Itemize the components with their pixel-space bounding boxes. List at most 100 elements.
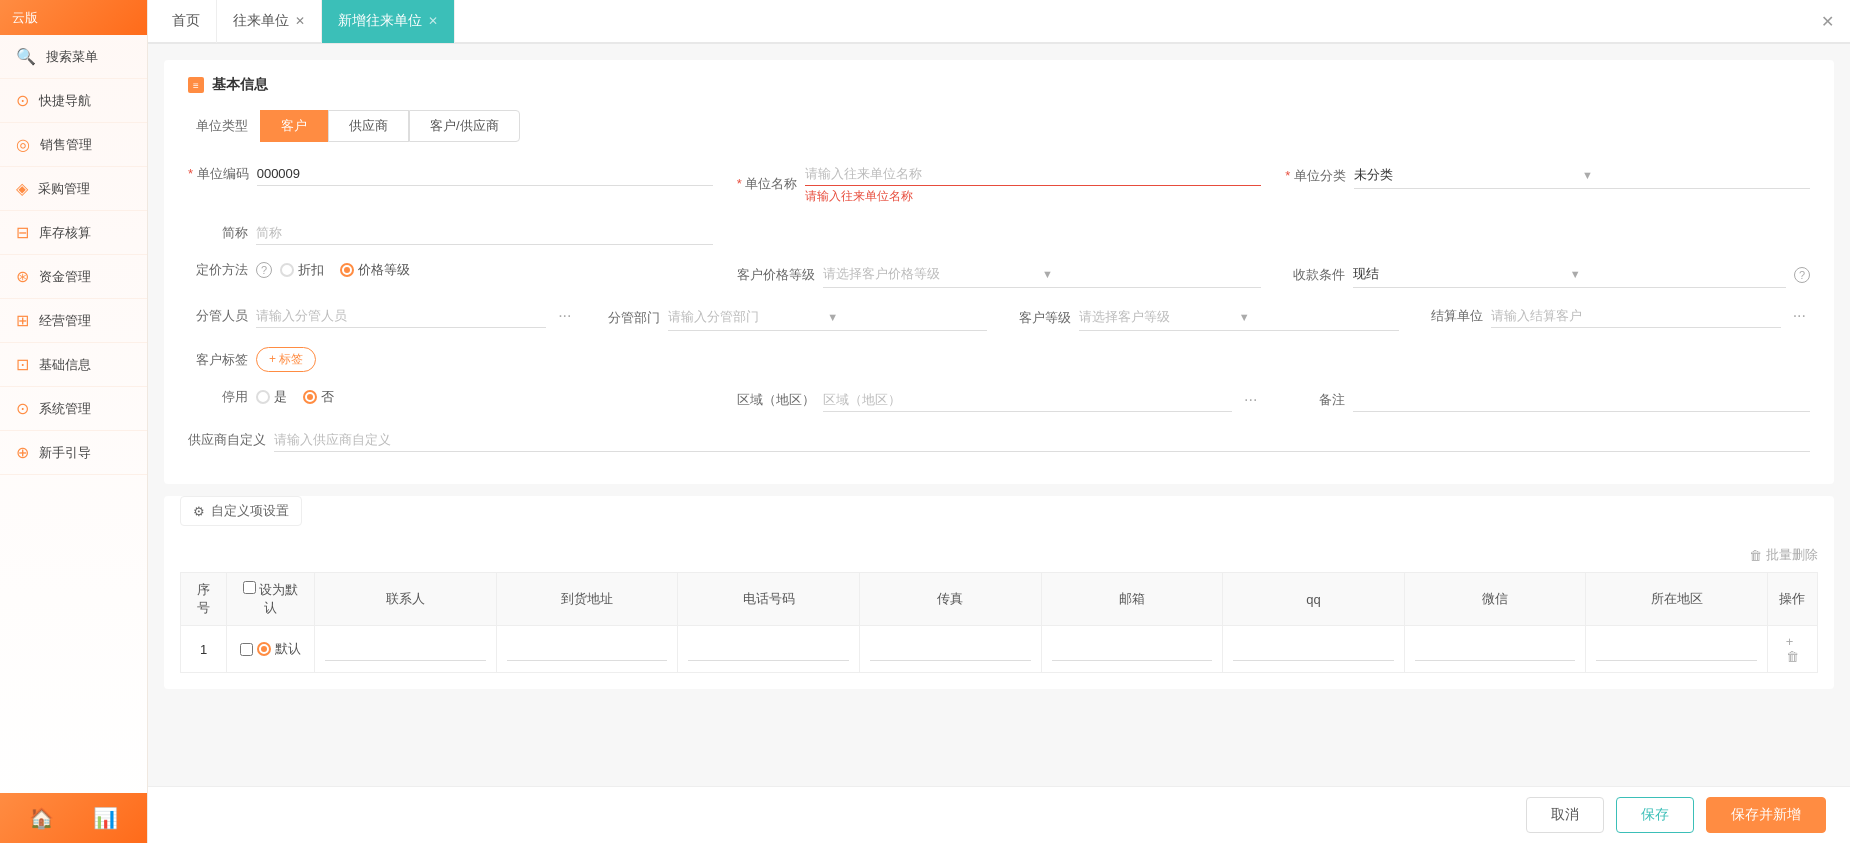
form-row-2: 简称 [188, 221, 1810, 245]
table-header-row: 🗑 批量删除 [180, 538, 1818, 572]
add-tag-button[interactable]: + 标签 [256, 347, 316, 372]
tab-new-unit-close[interactable]: ✕ [428, 14, 438, 28]
sidebar-item-operations[interactable]: ⊞ 经营管理 [0, 299, 147, 343]
settlement-more-btn[interactable]: ··· [1789, 307, 1810, 325]
cell-contact[interactable] [315, 626, 497, 673]
wechat-input[interactable] [1415, 637, 1576, 661]
qq-input[interactable] [1233, 637, 1394, 661]
pricing-level-radio[interactable] [340, 263, 354, 277]
col-fax: 传真 [859, 573, 1041, 626]
custom-settings-button[interactable]: ⚙ 自定义项设置 [180, 496, 302, 526]
tab-unit-list[interactable]: 往来单位 ✕ [217, 0, 322, 43]
payment-terms-value: 现结 [1353, 265, 1569, 283]
unit-name-error: 请输入往来单位名称 [805, 188, 1261, 205]
notification-icon[interactable]: 📊 [93, 806, 118, 830]
pricing-radio-group: 折扣 价格等级 [280, 261, 410, 279]
pricing-method-label: 定价方法 [188, 261, 248, 279]
customer-level-select[interactable]: 请选择客户等级 ▼ [1079, 304, 1399, 331]
unit-type-customer-btn[interactable]: 客户 [260, 110, 328, 142]
sidebar-item-label: 系统管理 [39, 400, 91, 418]
cell-qq[interactable] [1223, 626, 1405, 673]
cancel-button[interactable]: 取消 [1526, 797, 1604, 833]
cell-phone[interactable] [678, 626, 860, 673]
sidebar-item-inventory[interactable]: ⊟ 库存核算 [0, 211, 147, 255]
supplier-custom-input[interactable] [274, 428, 1810, 452]
inventory-icon: ⊟ [16, 223, 29, 242]
dept-select[interactable]: 请输入分管部门 ▼ [668, 304, 988, 331]
region-table-input[interactable] [1596, 637, 1757, 661]
row-checkbox[interactable] [240, 643, 253, 656]
disable-field: 停用 是 否 [188, 388, 713, 406]
tab-new-unit-label: 新增往来单位 [338, 12, 422, 30]
sidebar-item-finance[interactable]: ⊛ 资金管理 [0, 255, 147, 299]
bulk-delete-btn[interactable]: 🗑 批量删除 [1749, 546, 1818, 564]
pricing-discount-option[interactable]: 折扣 [280, 261, 324, 279]
cell-region[interactable] [1586, 626, 1768, 673]
select-all-checkbox[interactable] [243, 581, 256, 594]
cell-email[interactable] [1041, 626, 1223, 673]
address-input[interactable] [507, 637, 668, 661]
payment-terms-select[interactable]: 现结 ▼ [1353, 261, 1786, 288]
dept-field: 分管部门 请输入分管部门 ▼ [600, 304, 988, 331]
sidebar-item-guide[interactable]: ⊕ 新手引导 [0, 431, 147, 475]
sidebar-item-label: 资金管理 [39, 268, 91, 286]
sidebar-search-label: 搜索菜单 [46, 48, 98, 66]
disable-yes-radio[interactable] [256, 390, 270, 404]
default-radio-item[interactable]: 默认 [257, 640, 301, 658]
pricing-help-icon[interactable]: ? [256, 262, 272, 278]
sidebar-item-basics[interactable]: ⊡ 基础信息 [0, 343, 147, 387]
save-button[interactable]: 保存 [1616, 797, 1694, 833]
contact-input[interactable] [325, 637, 486, 661]
form-row-4: 分管人员 ··· 分管部门 请输入分管部门 ▼ 客户等级 请选择客户等级 ▼ [188, 304, 1810, 331]
phone-input[interactable] [688, 637, 849, 661]
unit-code-field: 单位编码 [188, 162, 713, 186]
disable-no-option[interactable]: 否 [303, 388, 334, 406]
finance-icon: ⊛ [16, 267, 29, 286]
dept-placeholder: 请输入分管部门 [668, 308, 828, 326]
unit-code-input[interactable] [257, 162, 713, 186]
pricing-discount-radio[interactable] [280, 263, 294, 277]
email-input[interactable] [1052, 637, 1213, 661]
cell-fax[interactable] [859, 626, 1041, 673]
payment-terms-label: 收款条件 [1285, 266, 1345, 284]
settlement-input[interactable] [1491, 304, 1781, 328]
tab-new-unit[interactable]: 新增往来单位 ✕ [322, 0, 455, 43]
disable-no-radio[interactable] [303, 390, 317, 404]
cell-address[interactable] [496, 626, 678, 673]
unit-name-input[interactable] [805, 162, 1261, 186]
tab-unit-list-close[interactable]: ✕ [295, 14, 305, 28]
disable-yes-option[interactable]: 是 [256, 388, 287, 406]
payment-help-icon[interactable]: ? [1794, 267, 1810, 283]
remark-input[interactable] [1353, 388, 1810, 412]
row-delete-btn[interactable]: 🗑 [1786, 649, 1799, 664]
unit-category-select[interactable]: 未分类 ▼ [1354, 162, 1810, 189]
disable-no-label: 否 [321, 388, 334, 406]
unit-type-both-btn[interactable]: 客户/供应商 [409, 110, 520, 142]
sidebar-item-system[interactable]: ⊙ 系统管理 [0, 387, 147, 431]
manager-more-btn[interactable]: ··· [554, 307, 575, 325]
row-add-btn[interactable]: + [1786, 634, 1794, 649]
default-radio[interactable] [257, 642, 271, 656]
customer-price-select[interactable]: 请选择客户价格等级 ▼ [823, 261, 1262, 288]
tab-home[interactable]: 首页 [156, 0, 217, 43]
form-row-1: 单位编码 单位名称 请输入往来单位名称 单位分类 未分类 ▼ [188, 162, 1810, 205]
supplier-custom-field: 供应商自定义 [188, 428, 1810, 452]
region-input[interactable] [823, 388, 1232, 412]
col-contact: 联系人 [315, 573, 497, 626]
unit-type-supplier-btn[interactable]: 供应商 [328, 110, 409, 142]
save-new-button[interactable]: 保存并新增 [1706, 797, 1826, 833]
sidebar-item-search[interactable]: 🔍 搜索菜单 [0, 35, 147, 79]
abbr-input[interactable] [256, 221, 713, 245]
sidebar-item-quick-nav[interactable]: ⊙ 快捷导航 [0, 79, 147, 123]
pricing-level-option[interactable]: 价格等级 [340, 261, 410, 279]
tab-bar: 首页 往来单位 ✕ 新增往来单位 ✕ ✕ [148, 0, 1850, 44]
region-more-btn[interactable]: ··· [1240, 391, 1261, 409]
sidebar-item-purchase[interactable]: ◈ 采购管理 [0, 167, 147, 211]
fax-input[interactable] [870, 637, 1031, 661]
sidebar-item-sales[interactable]: ◎ 销售管理 [0, 123, 147, 167]
window-close-button[interactable]: ✕ [1821, 12, 1834, 31]
sidebar-bottom: 🏠 📊 [0, 793, 147, 843]
cell-wechat[interactable] [1404, 626, 1586, 673]
home-icon[interactable]: 🏠 [29, 806, 54, 830]
manager-input[interactable] [256, 304, 546, 328]
